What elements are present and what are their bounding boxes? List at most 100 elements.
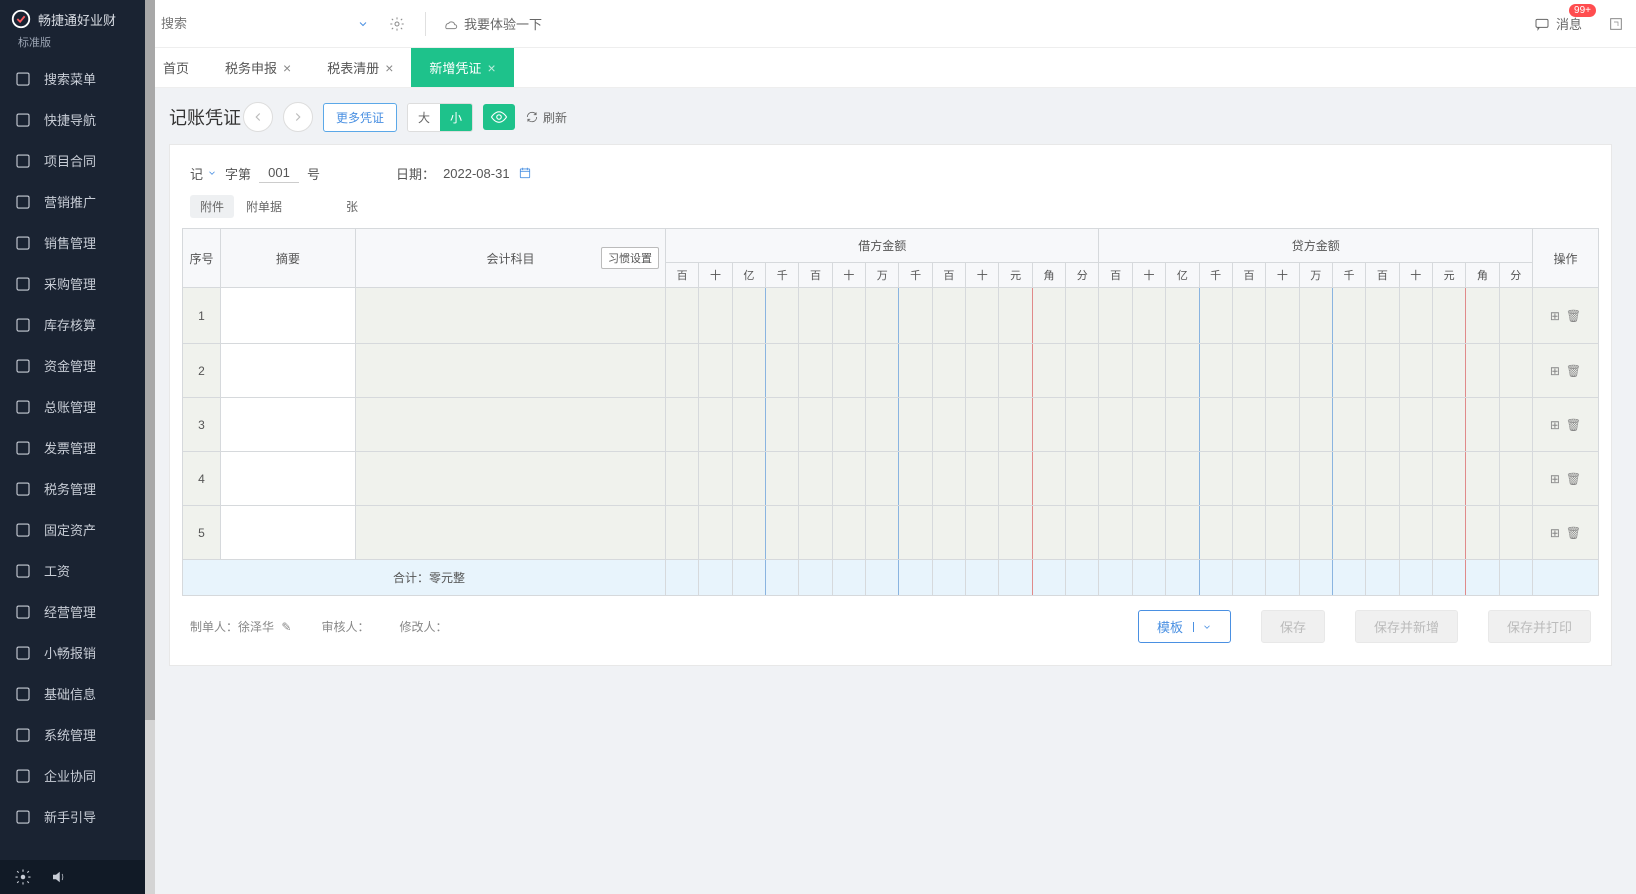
digit-cell[interactable] xyxy=(932,560,965,596)
digit-cell[interactable] xyxy=(1332,398,1365,452)
digit-cell[interactable] xyxy=(832,506,865,560)
digit-cell[interactable] xyxy=(999,288,1032,344)
digit-cell[interactable] xyxy=(1199,452,1232,506)
tab-3[interactable]: 新增凭证× xyxy=(411,48,513,87)
digit-cell[interactable] xyxy=(1266,506,1299,560)
digit-cell[interactable] xyxy=(1266,398,1299,452)
digit-cell[interactable] xyxy=(1166,560,1199,596)
digit-cell[interactable] xyxy=(1199,344,1232,398)
digit-cell[interactable] xyxy=(999,398,1032,452)
summary-cell[interactable] xyxy=(221,288,356,344)
digit-cell[interactable] xyxy=(1232,344,1265,398)
subject-cell[interactable] xyxy=(356,398,666,452)
digit-cell[interactable] xyxy=(1366,288,1399,344)
digit-cell[interactable] xyxy=(1032,398,1065,452)
digit-cell[interactable] xyxy=(1299,288,1332,344)
delete-row-icon[interactable]: 🗑 xyxy=(1566,364,1581,378)
digit-cell[interactable] xyxy=(1266,344,1299,398)
digit-cell[interactable] xyxy=(1199,288,1232,344)
digit-cell[interactable] xyxy=(999,344,1032,398)
attachment-button[interactable]: 附件 xyxy=(190,195,234,218)
sidebar-item-14[interactable]: 小畅报销 xyxy=(0,632,145,673)
digit-cell[interactable] xyxy=(1066,344,1099,398)
digit-cell[interactable] xyxy=(1299,560,1332,596)
digit-cell[interactable] xyxy=(1466,506,1499,560)
digit-cell[interactable] xyxy=(1366,506,1399,560)
digit-cell[interactable] xyxy=(666,344,699,398)
digit-cell[interactable] xyxy=(1266,288,1299,344)
digit-cell[interactable] xyxy=(1299,398,1332,452)
digit-cell[interactable] xyxy=(1399,506,1432,560)
digit-cell[interactable] xyxy=(866,344,899,398)
digit-cell[interactable] xyxy=(1166,398,1199,452)
sidebar-scrollbar[interactable] xyxy=(145,0,155,894)
digit-cell[interactable] xyxy=(899,288,932,344)
sidebar-item-15[interactable]: 基础信息 xyxy=(0,673,145,714)
digit-cell[interactable] xyxy=(699,398,732,452)
tab-1[interactable]: 税务申报× xyxy=(207,48,309,87)
digit-cell[interactable] xyxy=(999,560,1032,596)
digit-cell[interactable] xyxy=(1132,506,1165,560)
refresh-button[interactable]: 刷新 xyxy=(525,109,567,126)
digit-cell[interactable] xyxy=(966,506,999,560)
sidebar-item-6[interactable]: 库存核算 xyxy=(0,304,145,345)
digit-cell[interactable] xyxy=(1332,344,1365,398)
digit-cell[interactable] xyxy=(1066,398,1099,452)
digit-cell[interactable] xyxy=(1399,344,1432,398)
digit-cell[interactable] xyxy=(732,452,765,506)
digit-cell[interactable] xyxy=(1232,398,1265,452)
chevron-down-icon[interactable] xyxy=(357,18,369,30)
next-voucher-button[interactable] xyxy=(283,102,313,132)
digit-cell[interactable] xyxy=(732,506,765,560)
subject-cell[interactable] xyxy=(356,344,666,398)
digit-cell[interactable] xyxy=(766,344,799,398)
digit-cell[interactable] xyxy=(1432,452,1465,506)
digit-cell[interactable] xyxy=(799,344,832,398)
delete-row-icon[interactable]: 🗑 xyxy=(1566,472,1581,486)
sidebar-item-2[interactable]: 项目合同 xyxy=(0,140,145,181)
sidebar-item-16[interactable]: 系统管理 xyxy=(0,714,145,755)
digit-cell[interactable] xyxy=(1432,288,1465,344)
delete-row-icon[interactable]: 🗑 xyxy=(1566,526,1581,540)
digit-cell[interactable] xyxy=(699,560,732,596)
digit-cell[interactable] xyxy=(1099,452,1132,506)
digit-cell[interactable] xyxy=(932,344,965,398)
summary-cell[interactable] xyxy=(221,398,356,452)
digit-cell[interactable] xyxy=(732,398,765,452)
sidebar-item-3[interactable]: 营销推广 xyxy=(0,181,145,222)
digit-cell[interactable] xyxy=(966,288,999,344)
sidebar-item-13[interactable]: 经营管理 xyxy=(0,591,145,632)
voucher-type-select[interactable]: 记 xyxy=(190,164,217,183)
message-button[interactable]: 消息 99+ xyxy=(1534,14,1582,33)
digit-cell[interactable] xyxy=(1366,398,1399,452)
digit-cell[interactable] xyxy=(1499,344,1532,398)
digit-cell[interactable] xyxy=(932,452,965,506)
chevron-down-icon[interactable] xyxy=(1193,622,1212,632)
digit-cell[interactable] xyxy=(832,452,865,506)
date-value[interactable]: 2022-08-31 xyxy=(443,166,510,181)
digit-cell[interactable] xyxy=(1199,560,1232,596)
close-icon[interactable]: × xyxy=(283,60,291,76)
digit-cell[interactable] xyxy=(766,398,799,452)
sidebar-item-10[interactable]: 税务管理 xyxy=(0,468,145,509)
digit-cell[interactable] xyxy=(799,288,832,344)
digit-cell[interactable] xyxy=(832,288,865,344)
digit-cell[interactable] xyxy=(1166,344,1199,398)
add-row-icon[interactable]: ⊞ xyxy=(1550,309,1560,323)
sidebar-item-0[interactable]: 搜索菜单 xyxy=(0,58,145,99)
experience-link[interactable]: 我要体验一下 xyxy=(442,14,542,33)
digit-cell[interactable] xyxy=(1166,452,1199,506)
digit-cell[interactable] xyxy=(1432,560,1465,596)
sidebar-item-8[interactable]: 总账管理 xyxy=(0,386,145,427)
habit-settings-button[interactable]: 习惯设置 xyxy=(601,247,659,269)
digit-cell[interactable] xyxy=(1399,560,1432,596)
digit-cell[interactable] xyxy=(1199,398,1232,452)
digit-cell[interactable] xyxy=(1099,560,1132,596)
digit-cell[interactable] xyxy=(899,560,932,596)
digit-cell[interactable] xyxy=(1366,344,1399,398)
digit-cell[interactable] xyxy=(1166,506,1199,560)
digit-cell[interactable] xyxy=(1399,398,1432,452)
digit-cell[interactable] xyxy=(932,398,965,452)
digit-cell[interactable] xyxy=(899,398,932,452)
digit-cell[interactable] xyxy=(1266,452,1299,506)
